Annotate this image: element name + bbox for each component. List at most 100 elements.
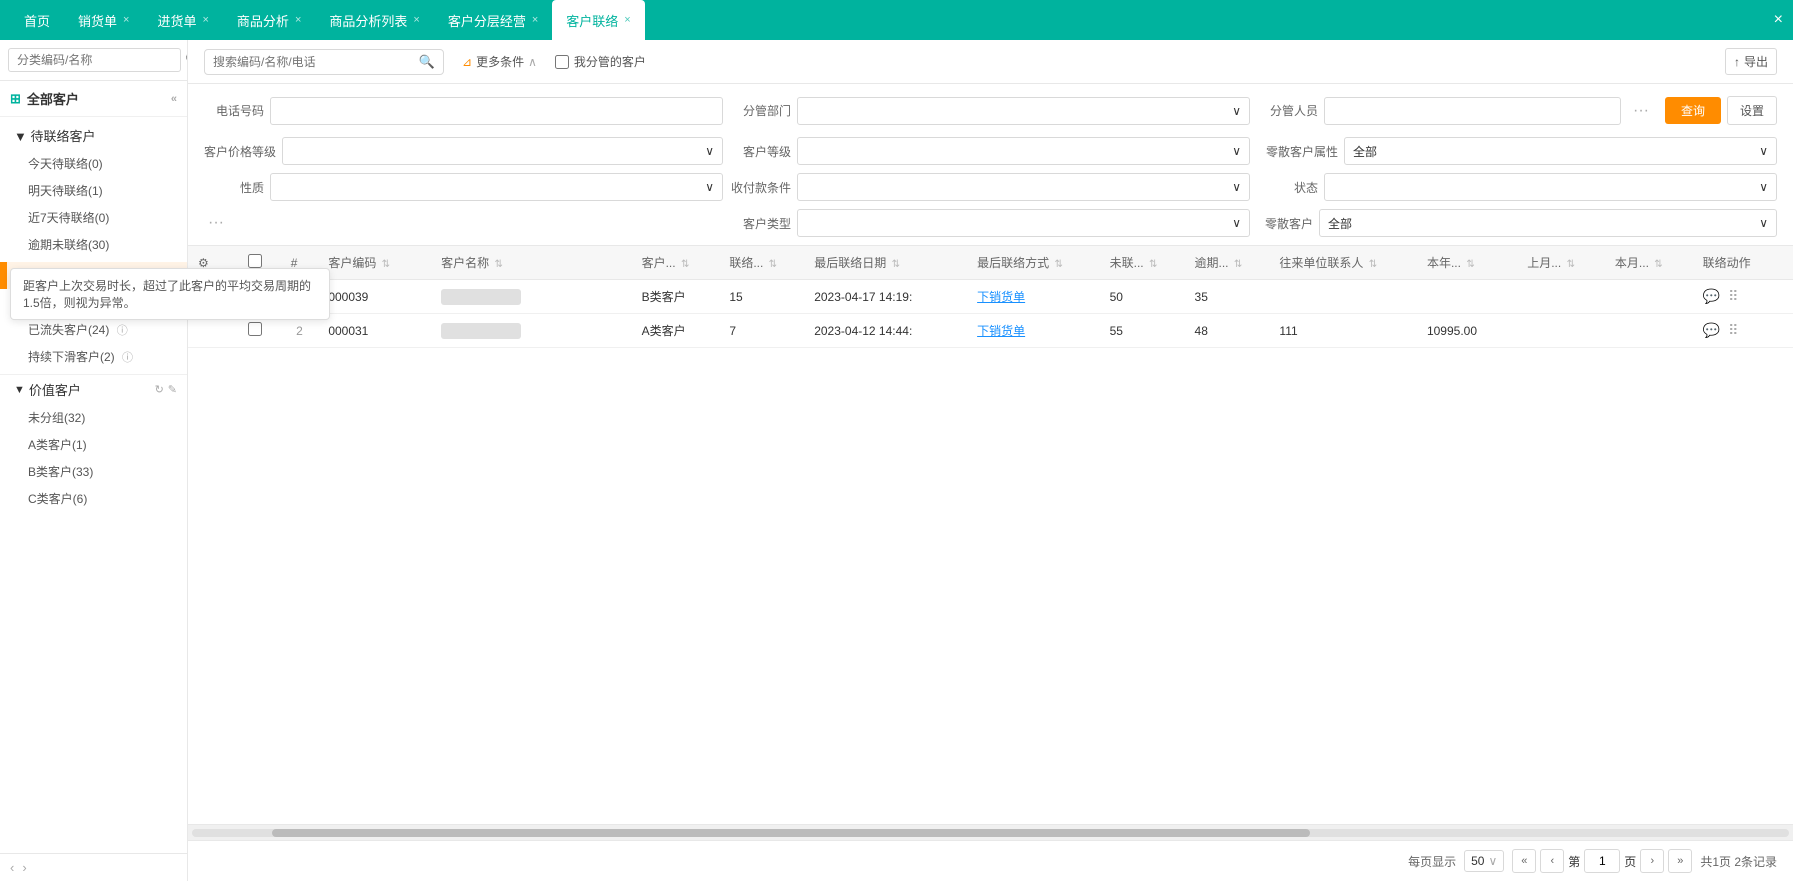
- search-input[interactable]: [213, 55, 419, 69]
- col-this-month: 本月... ⇅: [1605, 246, 1693, 280]
- row2-more-icon[interactable]: ⠿: [1728, 322, 1738, 339]
- nav-customer-contact[interactable]: 客户联络 ×: [552, 0, 644, 40]
- unread-sort-icon[interactable]: ⇅: [1149, 259, 1157, 270]
- next-page-button[interactable]: ›: [1640, 849, 1664, 873]
- sidebar-item-unclassified[interactable]: 未分组(32): [0, 404, 187, 431]
- nav-customer-mgmt[interactable]: 客户分层经营 ×: [434, 0, 552, 40]
- nav-analysis-list[interactable]: 商品分析列表 ×: [315, 0, 433, 40]
- nav-analysis-close[interactable]: ×: [295, 14, 301, 26]
- nav-customer-mgmt-close[interactable]: ×: [532, 14, 538, 26]
- manager-dots[interactable]: ···: [1633, 102, 1649, 120]
- nature-select[interactable]: ∨: [270, 173, 723, 201]
- customer-type-select[interactable]: ∨: [797, 209, 1250, 237]
- sidebar-item-overdue[interactable]: 逾期未联络(30): [0, 231, 187, 258]
- sidebar-item-class-b[interactable]: B类客户(33): [0, 458, 187, 485]
- price-level-arrow: ∨: [705, 144, 714, 158]
- row1-last-date: 2023-04-17 14:19:: [804, 280, 967, 314]
- code-sort-icon[interactable]: ⇅: [382, 259, 390, 270]
- phone-input[interactable]: [270, 97, 723, 125]
- overdue-sort-icon[interactable]: ⇅: [1234, 259, 1242, 270]
- last-page-button[interactable]: »: [1668, 849, 1692, 873]
- row2-level: A类客户: [632, 314, 720, 348]
- unitcontact-sort-icon[interactable]: ⇅: [1369, 259, 1377, 270]
- edit-icon[interactable]: ✎: [168, 383, 177, 396]
- value-customer-group-header[interactable]: ▼ 价值客户 ↻ ✎: [0, 374, 187, 404]
- department-select[interactable]: ∨: [797, 97, 1250, 125]
- filter-customer-level: 客户等级 ∨: [731, 137, 1250, 165]
- level-sort-icon[interactable]: ⇅: [681, 259, 689, 270]
- nav-sales[interactable]: 销货单 ×: [64, 0, 143, 40]
- status-select[interactable]: ∨: [1324, 173, 1777, 201]
- pending-group-header[interactable]: ▼ 待联络客户: [0, 121, 187, 150]
- content-area: 🔍 ⊿ 更多条件 ∧ 我分管的客户 ↑ 导出 电话号码: [188, 40, 1793, 881]
- row1-message-icon[interactable]: 💬: [1703, 288, 1720, 305]
- nav-analysis[interactable]: 商品分析 ×: [223, 0, 315, 40]
- sidebar-search-input[interactable]: [8, 48, 181, 72]
- sidebar-next-icon[interactable]: ›: [22, 860, 26, 875]
- more-filter-button[interactable]: ⊿ 更多条件 ∧: [454, 49, 545, 74]
- retail-customer-select[interactable]: 全部 ∨: [1319, 209, 1777, 237]
- row1-more-icon[interactable]: ⠿: [1728, 288, 1738, 305]
- nav-customer-contact-close[interactable]: ×: [624, 14, 630, 26]
- export-button[interactable]: ↑ 导出: [1725, 48, 1777, 75]
- sidebar-item-today[interactable]: 今天待联络(0): [0, 150, 187, 177]
- sidebar-item-class-a[interactable]: A类客户(1): [0, 431, 187, 458]
- all-customers-header[interactable]: ⊞ 全部客户 «: [0, 81, 187, 117]
- sidebar-item-class-c[interactable]: C类客户(6): [0, 485, 187, 512]
- sidebar-item-churned[interactable]: 已流失客户(24) ⓘ: [0, 316, 187, 343]
- row1-name: [431, 280, 632, 314]
- nav-sales-close[interactable]: ×: [123, 14, 129, 26]
- sidebar-item-tomorrow[interactable]: 明天待联络(1): [0, 177, 187, 204]
- row2-last-method[interactable]: 下销货单: [967, 314, 1100, 348]
- toolbar-search-icon[interactable]: 🔍: [419, 54, 435, 70]
- col-actions: 联络动作: [1693, 246, 1793, 280]
- filter-row-3: 性质 ∨ 收付款条件 ∨: [204, 173, 1777, 201]
- lastmethod-sort-icon[interactable]: ⇅: [1054, 259, 1062, 270]
- my-customer-check[interactable]: [555, 55, 569, 69]
- horizontal-scrollbar[interactable]: [188, 824, 1793, 840]
- scrollbar-thumb[interactable]: [272, 829, 1310, 837]
- nav-purchase-close[interactable]: ×: [202, 14, 208, 26]
- sidebar-item-7days[interactable]: 近7天待联络(0): [0, 204, 187, 231]
- sidebar-prev-icon[interactable]: ‹: [10, 860, 14, 875]
- page-number-input[interactable]: [1584, 849, 1620, 873]
- customer-level-select[interactable]: ∨: [797, 137, 1250, 165]
- row2-actions: 💬 ⠿: [1693, 314, 1793, 348]
- row2-this-month: [1605, 314, 1693, 348]
- row1-code: 000039: [318, 280, 431, 314]
- sidebar-search-bar: 🔍: [0, 40, 187, 81]
- sidebar-collapse-icon[interactable]: «: [171, 93, 177, 105]
- sidebar-item-declining[interactable]: 持续下滑客户(2) ⓘ: [0, 343, 187, 370]
- contact-sort-icon[interactable]: ⇅: [769, 259, 777, 270]
- retail-attribute-select[interactable]: 全部 ∨: [1344, 137, 1777, 165]
- col-name: 客户名称 ⇅: [431, 246, 632, 280]
- my-customer-checkbox[interactable]: 我分管的客户: [555, 53, 646, 70]
- prev-page-button[interactable]: ‹: [1540, 849, 1564, 873]
- select-all-checkbox[interactable]: [248, 254, 262, 268]
- window-close-button[interactable]: ×: [1774, 11, 1783, 29]
- page-size-select[interactable]: 50 ∨: [1464, 850, 1504, 872]
- thisyear-sort-icon[interactable]: ⇅: [1466, 259, 1474, 270]
- row4-dots[interactable]: ···: [208, 214, 224, 232]
- nav-home[interactable]: 首页: [10, 0, 64, 40]
- refresh-icon[interactable]: ↻: [155, 383, 164, 396]
- row1-name-placeholder: [441, 289, 521, 305]
- lastmonth-sort-icon[interactable]: ⇅: [1567, 259, 1575, 270]
- nav-purchase[interactable]: 进货单 ×: [143, 0, 222, 40]
- filter-row-2: 客户价格等级 ∨ 客户等级 ∨: [204, 137, 1777, 165]
- settings-button[interactable]: 设置: [1727, 96, 1777, 125]
- thismonth-sort-icon[interactable]: ⇅: [1654, 259, 1662, 270]
- query-button[interactable]: 查询: [1665, 97, 1721, 124]
- price-level-select[interactable]: ∨: [282, 137, 723, 165]
- nav-analysis-list-close[interactable]: ×: [413, 14, 419, 26]
- top-navigation: 首页 销货单 × 进货单 × 商品分析 × 商品分析列表 × 客户分层经营 × …: [0, 0, 1793, 40]
- first-page-button[interactable]: «: [1512, 849, 1536, 873]
- row1-last-method[interactable]: 下销货单: [967, 280, 1100, 314]
- row2-message-icon[interactable]: 💬: [1703, 322, 1720, 339]
- payment-select[interactable]: ∨: [797, 173, 1250, 201]
- manager-select[interactable]: [1324, 97, 1621, 125]
- row2-select[interactable]: [248, 322, 262, 336]
- filter-panel: 电话号码 分管部门 ∨ 分管人员: [188, 84, 1793, 246]
- name-sort-icon[interactable]: ⇅: [494, 259, 502, 270]
- lastdate-sort-icon[interactable]: ⇅: [892, 259, 900, 270]
